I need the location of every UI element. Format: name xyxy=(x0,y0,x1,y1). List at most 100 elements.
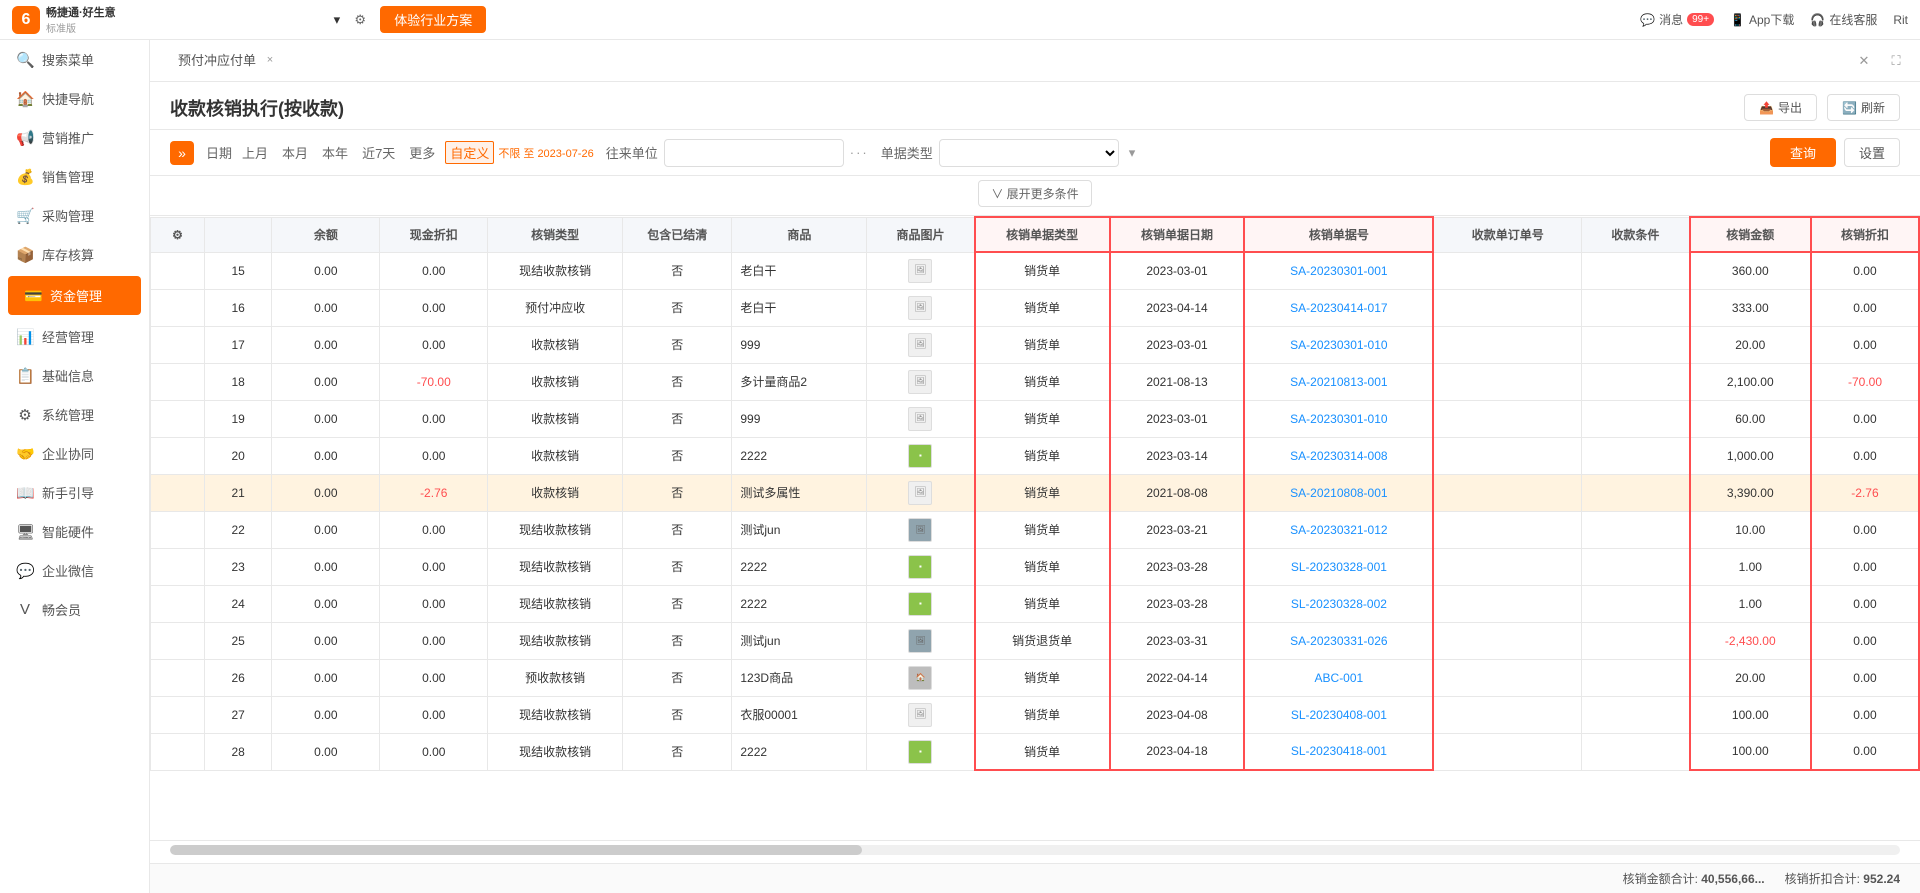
user-name[interactable]: Rit xyxy=(1893,13,1908,27)
cell-cancel-amount: 333.00 xyxy=(1690,289,1811,326)
sidebar-item-beginner[interactable]: 📖新手引导 xyxy=(0,473,149,512)
cell-receipt-condition xyxy=(1582,733,1690,770)
bill-no-link[interactable]: SL-20230328-001 xyxy=(1291,560,1387,574)
bill-no-link[interactable]: SL-20230418-001 xyxy=(1291,744,1387,758)
tab-prepay-conflict[interactable]: 预付冲应付单× xyxy=(162,40,294,82)
cell-cash-discount: 0.00 xyxy=(380,326,488,363)
app-download-button[interactable]: 📱 App下载 xyxy=(1730,11,1794,28)
partner-input[interactable] xyxy=(664,139,844,167)
sidebar-item-inventory[interactable]: 📦库存核算 xyxy=(0,235,149,274)
cell-cancel-bill-date: 2022-04-14 xyxy=(1110,659,1245,696)
sidebar-item-marketing[interactable]: 📢营销推广 xyxy=(0,118,149,157)
bill-no-link[interactable]: SL-20230328-002 xyxy=(1291,597,1387,611)
trial-button[interactable]: 体验行业方案 xyxy=(380,6,486,33)
filter-expand-button[interactable]: » xyxy=(170,141,194,165)
bill-no-link[interactable]: SA-20210813-001 xyxy=(1290,375,1387,389)
bill-no-link[interactable]: SA-20230301-010 xyxy=(1290,338,1387,352)
product-image: 🖼 xyxy=(908,370,932,394)
table-container[interactable]: ⚙ 余额 现金折扣 核销类型 包含已结清 商品 商品图片 核销单据类型 核销单据… xyxy=(150,216,1920,840)
query-button[interactable]: 查询 xyxy=(1770,138,1836,167)
expand-tab-button[interactable]: ⛶ xyxy=(1884,49,1908,73)
refresh-button[interactable]: 🔄 刷新 xyxy=(1827,94,1900,121)
cell-product-image: ▪ xyxy=(867,437,975,474)
marketing-icon: 📢 xyxy=(16,129,34,147)
cell-receipt-order-no xyxy=(1433,252,1581,289)
date-this-month[interactable]: 本月 xyxy=(278,142,312,163)
cell-cancel-bill-date: 2023-03-28 xyxy=(1110,585,1245,622)
sidebar-item-wechat[interactable]: 💬企业微信 xyxy=(0,551,149,590)
sidebar-item-smart-hw[interactable]: 🖥智能硬件 xyxy=(0,512,149,551)
tab-close-prepay-conflict[interactable]: × xyxy=(262,52,278,68)
cell-cancel-bill-no: SA-20230301-010 xyxy=(1244,400,1433,437)
receipt-type-label: 单据类型 xyxy=(881,143,933,162)
cell-cancel-bill-date: 2023-03-31 xyxy=(1110,622,1245,659)
scrollbar-thumb[interactable] xyxy=(170,845,862,855)
table-row: 26 0.00 0.00 预收款核销 否 123D商品 🏠 销货单 2022-0… xyxy=(151,659,1920,696)
export-button[interactable]: 📤 导出 xyxy=(1744,94,1817,121)
receipt-type-select[interactable] xyxy=(939,139,1119,167)
cell-cancel-bill-type: 销货单 xyxy=(975,659,1110,696)
date-last-month[interactable]: 上月 xyxy=(238,142,272,163)
bill-no-link[interactable]: SA-20230314-008 xyxy=(1290,449,1387,463)
cell-cancel-type: 收款核销 xyxy=(488,474,623,511)
partner-dots[interactable]: ··· xyxy=(850,145,869,160)
th-balance: 余额 xyxy=(272,217,380,252)
table-row: 22 0.00 0.00 现结收款核销 否 测试jun 🖼 销货单 2023-0… xyxy=(151,511,1920,548)
notification-button[interactable]: 💬 消息 99+ xyxy=(1640,11,1714,28)
bill-no-link[interactable]: SA-20210808-001 xyxy=(1290,486,1387,500)
bill-no-link[interactable]: SA-20230414-017 xyxy=(1290,301,1387,315)
close-tab-button[interactable]: ✕ xyxy=(1852,49,1876,73)
cell-receipt-condition xyxy=(1582,289,1690,326)
cell-cash-discount: 0.00 xyxy=(380,548,488,585)
sidebar-item-quick-nav[interactable]: 🏠快捷导航 xyxy=(0,79,149,118)
cell-cancel-discount: 0.00 xyxy=(1811,511,1919,548)
sales-mgmt-icon: 💰 xyxy=(16,168,34,186)
product-image: 🖼 xyxy=(908,407,932,431)
bill-no-link[interactable]: SA-20230301-001 xyxy=(1290,264,1387,278)
cell-include-settled: 否 xyxy=(623,400,732,437)
th-gear[interactable]: ⚙ xyxy=(151,217,205,252)
date-custom[interactable]: 自定义 xyxy=(445,141,494,164)
cell-balance: 0.00 xyxy=(272,659,380,696)
date-this-year[interactable]: 本年 xyxy=(318,142,352,163)
bill-no-link[interactable]: SA-20230301-010 xyxy=(1290,412,1387,426)
cell-cash-discount: 0.00 xyxy=(380,696,488,733)
sidebar-label: 采购管理 xyxy=(42,206,94,225)
cell-cancel-amount: 1.00 xyxy=(1690,585,1811,622)
sidebar-item-enterprise[interactable]: 🤝企业协同 xyxy=(0,434,149,473)
bill-no-link[interactable]: SL-20230408-001 xyxy=(1291,708,1387,722)
horizontal-scrollbar[interactable] xyxy=(170,845,1900,855)
cell-receipt-condition xyxy=(1582,548,1690,585)
online-service-button[interactable]: 🎧 在线客服 xyxy=(1810,11,1877,28)
cell-rownum: 18 xyxy=(204,363,271,400)
cell-product: 2222 xyxy=(732,437,867,474)
sidebar-label: 库存核算 xyxy=(42,245,94,264)
sidebar-item-basic-info[interactable]: 📋基础信息 xyxy=(0,356,149,395)
date-7days[interactable]: 近7天 xyxy=(358,142,399,163)
sidebar-item-fund-mgmt[interactable]: 💳资金管理 xyxy=(8,276,141,315)
sidebar-item-vip[interactable]: V畅会员 xyxy=(0,590,149,629)
th-cash-discount: 现金折扣 xyxy=(380,217,488,252)
bill-no-link[interactable]: ABC-001 xyxy=(1315,671,1364,685)
top-bar-dropdown[interactable]: ▾ xyxy=(334,12,341,28)
cell-rownum: 22 xyxy=(204,511,271,548)
sidebar-item-sales-mgmt[interactable]: 💰销售管理 xyxy=(0,157,149,196)
date-more[interactable]: 更多 xyxy=(405,142,439,163)
gear-button[interactable]: ⚙ xyxy=(348,8,372,32)
cell-cancel-amount: 10.00 xyxy=(1690,511,1811,548)
cell-receipt-condition xyxy=(1582,659,1690,696)
cell-cancel-amount: 360.00 xyxy=(1690,252,1811,289)
bill-no-link[interactable]: SA-20230331-026 xyxy=(1290,634,1387,648)
sidebar-item-system-mgmt[interactable]: ⚙系统管理 xyxy=(0,395,149,434)
enterprise-icon: 🤝 xyxy=(16,445,34,463)
expand-more-button[interactable]: ∨ 展开更多条件 xyxy=(978,180,1091,207)
sidebar-item-search-menu[interactable]: 🔍搜索菜单 xyxy=(0,40,149,79)
sidebar-item-purchase-mgmt[interactable]: 🛒采购管理 xyxy=(0,196,149,235)
filter-setting-button[interactable]: 设置 xyxy=(1844,138,1900,167)
product-image: ▪ xyxy=(908,740,932,764)
bill-no-link[interactable]: SA-20230321-012 xyxy=(1290,523,1387,537)
table-row: 21 0.00 -2.76 收款核销 否 测试多属性 🖼 销货单 2021-08… xyxy=(151,474,1920,511)
cell-cancel-discount: 0.00 xyxy=(1811,326,1919,363)
sidebar-item-operations[interactable]: 📊经营管理 xyxy=(0,317,149,356)
table-row: 15 0.00 0.00 现结收款核销 否 老白干 🖼 销货单 2023-03-… xyxy=(151,252,1920,289)
